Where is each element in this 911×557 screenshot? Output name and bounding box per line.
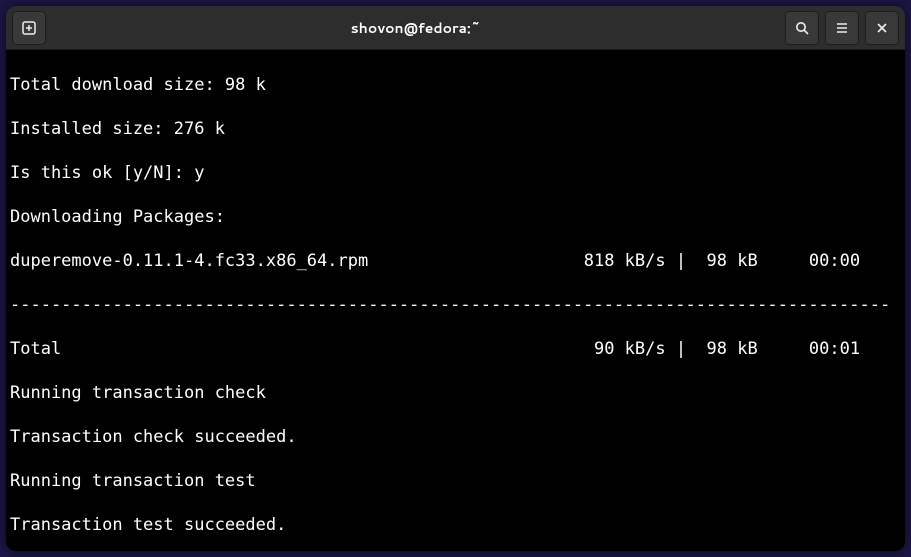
terminal-line: Transaction test succeeded. bbox=[10, 514, 901, 536]
close-icon bbox=[875, 21, 889, 35]
terminal-line: Is this ok [y/N]: y bbox=[10, 162, 901, 184]
terminal-line: duperemove-0.11.1-4.fc33.x86_64.rpm 818 k… bbox=[10, 250, 901, 272]
terminal-line: Total download size: 98 k bbox=[10, 74, 901, 96]
new-tab-icon bbox=[21, 20, 37, 36]
titlebar-right bbox=[785, 11, 899, 45]
terminal-window: shovon@fedora:~ bbox=[6, 6, 905, 551]
titlebar: shovon@fedora:~ bbox=[6, 6, 905, 50]
search-button[interactable] bbox=[785, 11, 819, 45]
terminal-line: Total 90 kB/s | 98 kB 00:01 bbox=[10, 338, 901, 360]
terminal-line: Transaction check succeeded. bbox=[10, 426, 901, 448]
line-right: 818 kB/s | 98 kB 00:00 bbox=[584, 250, 901, 272]
terminal-line: ----------------------------------------… bbox=[10, 294, 901, 316]
window-title: shovon@fedora:~ bbox=[52, 18, 779, 38]
hamburger-icon bbox=[834, 20, 850, 36]
close-button[interactable] bbox=[865, 11, 899, 45]
terminal-content[interactable]: Total download size: 98 k Installed size… bbox=[6, 50, 905, 551]
search-icon bbox=[794, 20, 810, 36]
line-left: Total bbox=[10, 338, 61, 360]
line-left: duperemove-0.11.1-4.fc33.x86_64.rpm bbox=[10, 250, 368, 272]
new-tab-button[interactable] bbox=[12, 11, 46, 45]
terminal-line: Installed size: 276 k bbox=[10, 118, 901, 140]
line-right: 90 kB/s | 98 kB 00:01 bbox=[584, 338, 901, 360]
menu-button[interactable] bbox=[825, 11, 859, 45]
terminal-line: Running transaction check bbox=[10, 382, 901, 404]
terminal-line: Downloading Packages: bbox=[10, 206, 901, 228]
terminal-line: Running transaction test bbox=[10, 470, 901, 492]
